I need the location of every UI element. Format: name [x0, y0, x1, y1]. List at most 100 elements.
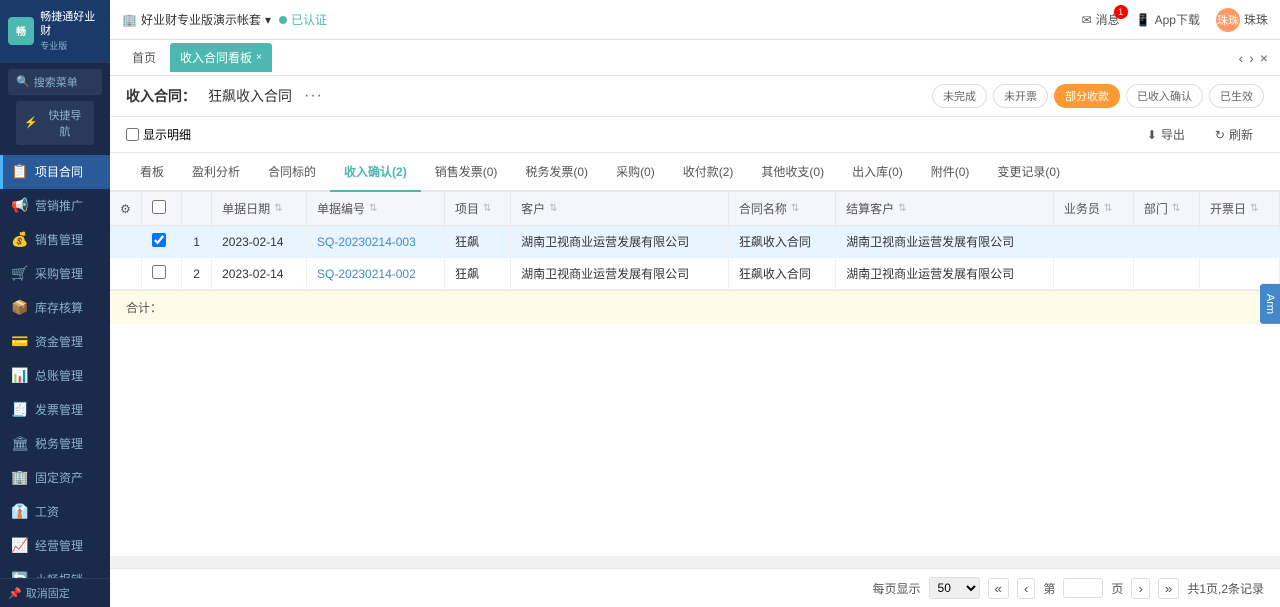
- td-checkbox[interactable]: [141, 258, 181, 290]
- sidebar-item-label: 采购管理: [35, 265, 83, 282]
- th-customer[interactable]: 客户⇅: [511, 192, 729, 226]
- more-options-button[interactable]: ···: [304, 87, 323, 105]
- record-link[interactable]: SQ-20230214-002: [317, 267, 416, 281]
- tab-next-button[interactable]: ›: [1249, 50, 1254, 66]
- status-btn-未开票[interactable]: 未开票: [993, 84, 1048, 108]
- sidebar-item-项目合同[interactable]: 📋项目合同: [0, 155, 110, 189]
- sidebar-item-固定资产[interactable]: 🏢固定资产: [0, 461, 110, 495]
- td-salesperson: [1053, 258, 1133, 290]
- sidebar-bottom-pin[interactable]: 📌 取消固定: [0, 578, 110, 607]
- td-invoice-date: [1199, 226, 1279, 258]
- sidebar-item-库存核算[interactable]: 📦库存核算: [0, 291, 110, 325]
- th-department[interactable]: 部门⇅: [1133, 192, 1199, 226]
- tab-income-contract[interactable]: 收入合同看板 ×: [170, 43, 272, 72]
- table-footer: 合计：: [110, 290, 1280, 324]
- detail-tab-合同标的[interactable]: 合同标的: [254, 153, 330, 192]
- tab-prev-button[interactable]: ‹: [1238, 50, 1243, 66]
- app-download-button[interactable]: 📱 App下载: [1136, 11, 1200, 28]
- detail-tab-采购0[interactable]: 采购(0): [602, 153, 669, 192]
- th-invoice-date[interactable]: 开票日⇅: [1199, 192, 1279, 226]
- company-icon: 🏢: [122, 13, 137, 27]
- detail-tab-盈利分析[interactable]: 盈利分析: [178, 153, 254, 192]
- sidebar-search-area[interactable]: 🔍 搜索菜单: [0, 63, 110, 101]
- sidebar: 畅 畅捷通好业财 专业版 🔍 搜索菜单 ⚡ 快捷导航 📋项目合同📢营销推广💰销售…: [0, 0, 110, 607]
- th-checkbox[interactable]: [141, 192, 181, 226]
- status-btn-未完成[interactable]: 未完成: [932, 84, 987, 108]
- page-last-button[interactable]: »: [1158, 578, 1179, 599]
- sidebar-item-发票管理[interactable]: 🧾发票管理: [0, 393, 110, 427]
- sidebar-item-总账管理[interactable]: 📊总账管理: [0, 359, 110, 393]
- sort-project-icon: ⇅: [483, 203, 491, 214]
- page-first-button[interactable]: «: [988, 578, 1009, 599]
- th-date[interactable]: 单据日期⇅: [212, 192, 307, 226]
- sidebar-item-label: 库存核算: [35, 299, 83, 316]
- page-next-button[interactable]: ›: [1131, 578, 1149, 599]
- page-label-pre: 第: [1043, 580, 1055, 597]
- tab-home[interactable]: 首页: [122, 43, 166, 72]
- th-settings[interactable]: ⚙: [110, 192, 141, 226]
- status-btn-已收入确认[interactable]: 已收入确认: [1126, 84, 1203, 108]
- footer-label: 合计：: [126, 301, 162, 315]
- detail-tab-收付款2[interactable]: 收付款(2): [669, 153, 748, 192]
- detail-tab-税务发票0[interactable]: 税务发票(0): [511, 153, 602, 192]
- detail-tab-销售发票0[interactable]: 销售发票(0): [421, 153, 512, 192]
- export-button[interactable]: ⬇ 导出: [1136, 121, 1196, 148]
- record-link[interactable]: SQ-20230214-003: [317, 235, 416, 249]
- table-row[interactable]: 1 2023-02-14 SQ-20230214-003 狂飙 湖南卫视商业运营…: [110, 226, 1280, 258]
- sidebar-item-资金管理[interactable]: 💳资金管理: [0, 325, 110, 359]
- detail-tab-变更记录0[interactable]: 变更记录(0): [983, 153, 1074, 192]
- quick-nav-area[interactable]: ⚡ 快捷导航: [0, 101, 110, 155]
- sidebar-item-label: 工资: [35, 503, 59, 520]
- sidebar-item-经营管理[interactable]: 📈经营管理: [0, 529, 110, 563]
- sidebar-item-销售管理[interactable]: 💰销售管理: [0, 223, 110, 257]
- row-checkbox[interactable]: [152, 233, 166, 247]
- sidebar-search-button[interactable]: 🔍 搜索菜单: [8, 69, 102, 95]
- status-btn-已生效[interactable]: 已生效: [1209, 84, 1264, 108]
- sidebar-item-小畅报销[interactable]: 🔄小畅报销: [0, 563, 110, 578]
- message-icon: ✉: [1082, 13, 1092, 27]
- detail-tab-收入确认2[interactable]: 收入确认(2): [330, 153, 421, 192]
- detail-tab-出入库0[interactable]: 出入库(0): [838, 153, 917, 192]
- horizontal-scrollbar[interactable]: [110, 556, 1280, 568]
- detail-tab-其他收支0[interactable]: 其他收支(0): [747, 153, 838, 192]
- sidebar-item-采购管理[interactable]: 🛒采购管理: [0, 257, 110, 291]
- user-avatar-area[interactable]: 珠珠 珠珠: [1216, 8, 1268, 32]
- select-all-checkbox[interactable]: [152, 200, 166, 214]
- td-customer: 湖南卫视商业运营发展有限公司: [511, 258, 729, 290]
- detail-tab-看板[interactable]: 看板: [126, 153, 178, 192]
- td-checkbox[interactable]: [141, 226, 181, 258]
- table-row[interactable]: 2 2023-02-14 SQ-20230214-002 狂飙 湖南卫视商业运营…: [110, 258, 1280, 290]
- quick-nav-button[interactable]: ⚡ 快捷导航: [16, 101, 94, 145]
- page-prev-button[interactable]: ‹: [1017, 578, 1035, 599]
- app-logo-icon: 畅: [8, 17, 34, 45]
- detail-tab-附件0[interactable]: 附件(0): [917, 153, 984, 192]
- sort-date-icon: ⇅: [274, 203, 282, 214]
- row-checkbox[interactable]: [152, 265, 166, 279]
- show-detail-checkbox[interactable]: [126, 128, 139, 141]
- th-salesperson[interactable]: 业务员⇅: [1053, 192, 1133, 226]
- sidebar-item-营销推广[interactable]: 📢营销推广: [0, 189, 110, 223]
- th-project[interactable]: 项目⇅: [444, 192, 510, 226]
- refresh-icon: ↻: [1215, 128, 1225, 142]
- messages-button[interactable]: ✉ 消息 1: [1082, 11, 1120, 28]
- status-btn-部分收款[interactable]: 部分收款: [1054, 84, 1120, 108]
- th-number[interactable]: 单据编号⇅: [307, 192, 445, 226]
- tab-close-icon[interactable]: ×: [256, 52, 262, 63]
- pagination-bar: 每页显示 2050100200 « ‹ 第 1 页 › » 共1页,2条记录: [110, 568, 1280, 607]
- page-number-input[interactable]: 1: [1063, 578, 1103, 598]
- sidebar-item-工资[interactable]: 👔工资: [0, 495, 110, 529]
- th-end-customer[interactable]: 结算客户⇅: [836, 192, 1054, 226]
- arm-side-button[interactable]: Arm: [1260, 283, 1280, 323]
- td-project: 狂飙: [444, 226, 510, 258]
- th-contract[interactable]: 合同名称⇅: [728, 192, 835, 226]
- sidebar-item-label: 销售管理: [35, 231, 83, 248]
- page-size-select[interactable]: 2050100200: [929, 577, 980, 599]
- td-contract: 狂飙收入合同: [728, 226, 835, 258]
- sidebar-item-税务管理[interactable]: 🏛税务管理: [0, 427, 110, 461]
- contract-name-label: 狂飙收入合同: [208, 86, 292, 106]
- tab-close-all-button[interactable]: ×: [1260, 50, 1268, 66]
- td-customer: 湖南卫视商业运营发展有限公司: [511, 226, 729, 258]
- refresh-button[interactable]: ↻ 刷新: [1204, 121, 1264, 148]
- company-selector[interactable]: 🏢 好业财专业版演示帐套 ▾: [122, 11, 271, 28]
- show-detail-checkbox-area[interactable]: 显示明细: [126, 126, 191, 143]
